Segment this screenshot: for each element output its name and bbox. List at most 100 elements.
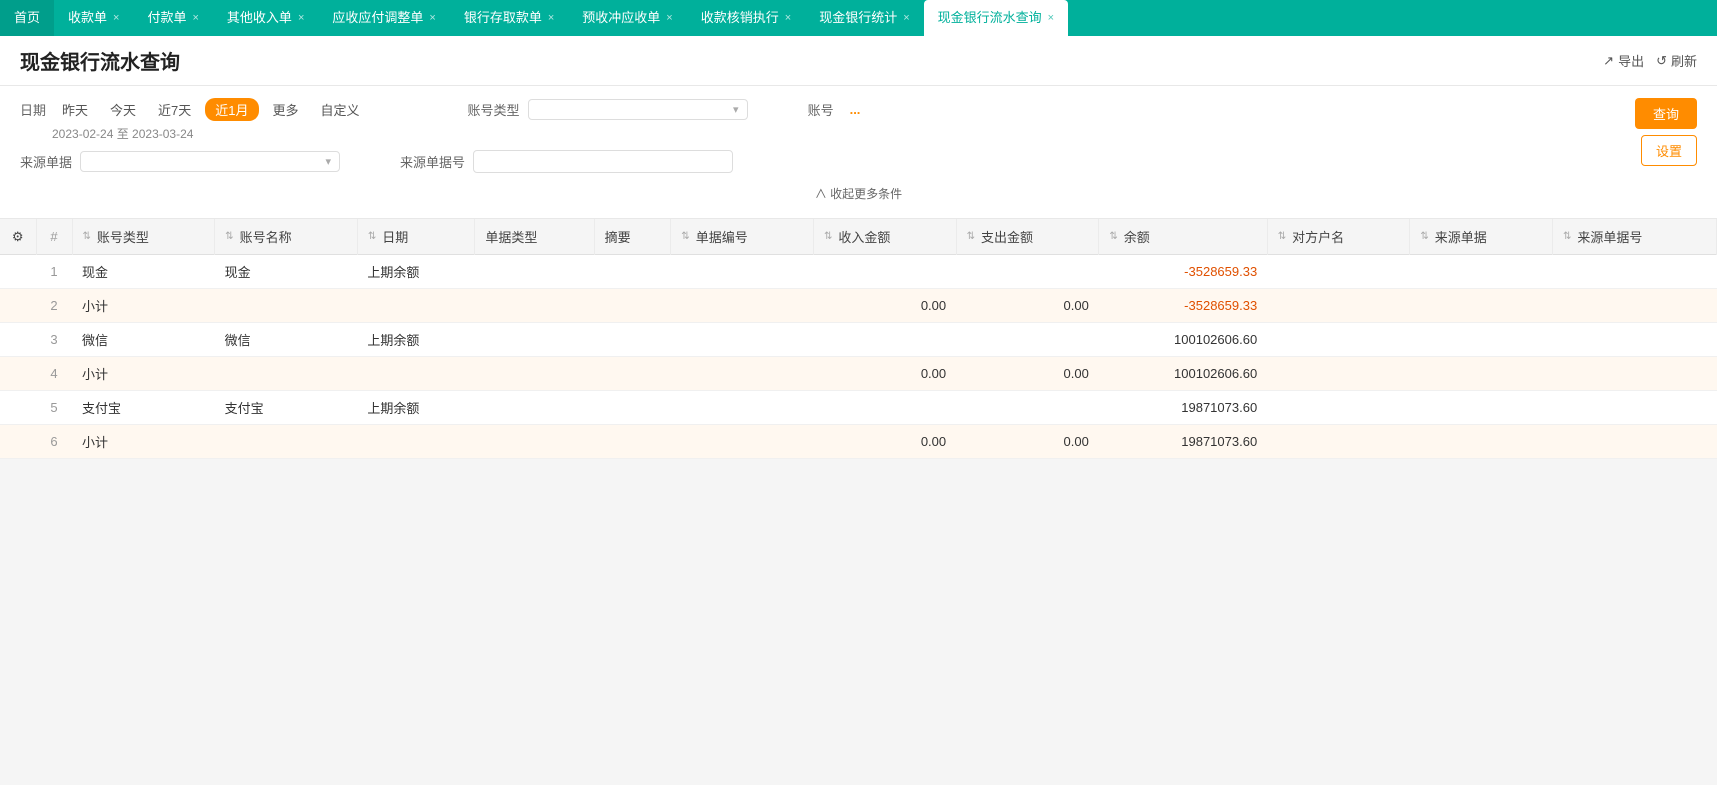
col-account-type[interactable]: ⇅账号类型 <box>72 219 215 255</box>
cell-num: 1 <box>36 255 72 289</box>
date-option-今天[interactable]: 今天 <box>102 98 144 121</box>
cell-settings <box>0 289 36 323</box>
col-income[interactable]: ⇅收入金额 <box>813 219 956 255</box>
nav-close-bank-deposit[interactable]: × <box>548 0 554 36</box>
nav-item-other-income[interactable]: 其他收入单× <box>213 0 318 36</box>
nav-close-collection-exec[interactable]: × <box>785 0 791 36</box>
cell-settings <box>0 255 36 289</box>
nav-item-advance-offset[interactable]: 预收冲应收单× <box>568 0 686 36</box>
nav-item-cash-bank-flow[interactable]: 现金银行流水查询× <box>924 0 1068 36</box>
date-option-自定义[interactable]: 自定义 <box>313 98 368 121</box>
nav-close-cash-bank-flow[interactable]: × <box>1048 0 1054 36</box>
header-actions: ↗ 导出 ↺ 刷新 <box>1603 51 1697 70</box>
cell-num: 4 <box>36 357 72 391</box>
col-date[interactable]: ⇅日期 <box>357 219 475 255</box>
refresh-icon: ↺ <box>1656 53 1667 69</box>
col-summary: 摘要 <box>594 219 671 255</box>
col-settings[interactable]: ⚙ <box>0 219 36 255</box>
date-option-昨天[interactable]: 昨天 <box>54 98 96 121</box>
cell-expense: 0.00 <box>956 425 1099 459</box>
cell-date <box>357 289 475 323</box>
cell-account-type: 小计 <box>72 357 215 391</box>
nav-item-payments[interactable]: 付款单× <box>133 0 212 36</box>
page-title: 现金银行流水查询 <box>20 46 180 75</box>
cell-income <box>813 391 956 425</box>
cell-summary <box>594 391 671 425</box>
nav-close-cash-bank-stats[interactable]: × <box>903 0 909 36</box>
cell-settings <box>0 323 36 357</box>
settings-button[interactable]: 设置 <box>1641 135 1697 166</box>
cell-date: 上期余额 <box>357 323 475 357</box>
source-doc-select[interactable]: ▾ <box>80 151 340 172</box>
nav-close-other-income[interactable]: × <box>298 0 304 36</box>
nav-item-receivable-adjust[interactable]: 应收应付调整单× <box>318 0 449 36</box>
collapse-bar[interactable]: ∧ 收起更多条件 <box>20 181 1697 206</box>
date-option-近7天[interactable]: 近7天 <box>150 98 199 121</box>
col-expense[interactable]: ⇅支出金额 <box>956 219 1099 255</box>
gear-icon[interactable]: ⚙ <box>12 229 24 244</box>
nav-item-collection-exec[interactable]: 收款核销执行× <box>687 0 805 36</box>
nav-close-advance-offset[interactable]: × <box>666 0 672 36</box>
cell-doc-no <box>671 323 814 357</box>
cell-balance: 100102606.60 <box>1099 323 1267 357</box>
cell-account-type: 微信 <box>72 323 215 357</box>
cell-balance: 19871073.60 <box>1099 391 1267 425</box>
date-option-近1月[interactable]: 近1月 <box>205 98 258 121</box>
cell-expense: 0.00 <box>956 357 1099 391</box>
nav-close-payments[interactable]: × <box>192 0 198 36</box>
table-body: 1现金现金上期余额-3528659.332小计0.000.00-3528659.… <box>0 255 1717 459</box>
source-doc-no-input[interactable] <box>473 150 733 173</box>
col-doc-type: 单据类型 <box>475 219 594 255</box>
cell-income: 0.00 <box>813 289 956 323</box>
data-table: ⚙ # ⇅账号类型 ⇅账号名称 ⇅日期 单据类型 摘要 <box>0 219 1717 459</box>
col-account-name[interactable]: ⇅账号名称 <box>215 219 358 255</box>
cell-account-name <box>215 357 358 391</box>
cell-source-doc <box>1410 357 1553 391</box>
nav-item-bank-deposit[interactable]: 银行存取款单× <box>450 0 568 36</box>
col-doc-no[interactable]: ⇅单据编号 <box>671 219 814 255</box>
query-button[interactable]: 查询 <box>1635 98 1697 129</box>
nav-item-home[interactable]: 首页 <box>0 0 54 36</box>
export-button[interactable]: ↗ 导出 <box>1603 51 1644 70</box>
nav-close-receivable-adjust[interactable]: × <box>429 0 435 36</box>
account-dots-button[interactable]: ... <box>842 99 869 120</box>
cell-account-name: 支付宝 <box>215 391 358 425</box>
cell-balance: -3528659.33 <box>1099 255 1267 289</box>
date-option-更多[interactable]: 更多 <box>265 98 307 121</box>
cell-balance: 100102606.60 <box>1099 357 1267 391</box>
nav-close-receipts[interactable]: × <box>113 0 119 36</box>
date-range: 2023-02-24 至 2023-03-24 <box>52 127 193 141</box>
cell-date <box>357 357 475 391</box>
cell-summary <box>594 289 671 323</box>
col-source-doc-no[interactable]: ⇅来源单据号 <box>1553 219 1717 255</box>
cell-doc-type <box>475 255 594 289</box>
cell-expense <box>956 323 1099 357</box>
nav-item-cash-bank-stats[interactable]: 现金银行统计× <box>805 0 923 36</box>
account-type-select[interactable]: ▾ <box>528 99 748 120</box>
cell-source-doc-no <box>1553 255 1717 289</box>
table-row: 5支付宝支付宝上期余额19871073.60 <box>0 391 1717 425</box>
cell-settings <box>0 357 36 391</box>
cell-source-doc-no <box>1553 425 1717 459</box>
cell-date: 上期余额 <box>357 255 475 289</box>
chevron-down-icon: ▾ <box>733 103 739 116</box>
cell-source-doc-no <box>1553 289 1717 323</box>
table-row: 1现金现金上期余额-3528659.33 <box>0 255 1717 289</box>
cell-counterpart <box>1267 323 1410 357</box>
cell-summary <box>594 425 671 459</box>
refresh-button[interactable]: ↺ 刷新 <box>1656 51 1697 70</box>
col-source-doc[interactable]: ⇅来源单据 <box>1410 219 1553 255</box>
cell-doc-type <box>475 289 594 323</box>
col-balance[interactable]: ⇅余额 <box>1099 219 1267 255</box>
cell-account-type: 现金 <box>72 255 215 289</box>
cell-num: 3 <box>36 323 72 357</box>
cell-income: 0.00 <box>813 357 956 391</box>
cell-doc-no <box>671 391 814 425</box>
col-counterpart[interactable]: ⇅对方户名 <box>1267 219 1410 255</box>
cell-account-type: 支付宝 <box>72 391 215 425</box>
nav-item-receipts[interactable]: 收款单× <box>54 0 133 36</box>
collapse-icon: ∧ <box>815 187 830 201</box>
cell-doc-type <box>475 425 594 459</box>
cell-source-doc-no <box>1553 323 1717 357</box>
cell-source-doc <box>1410 255 1553 289</box>
